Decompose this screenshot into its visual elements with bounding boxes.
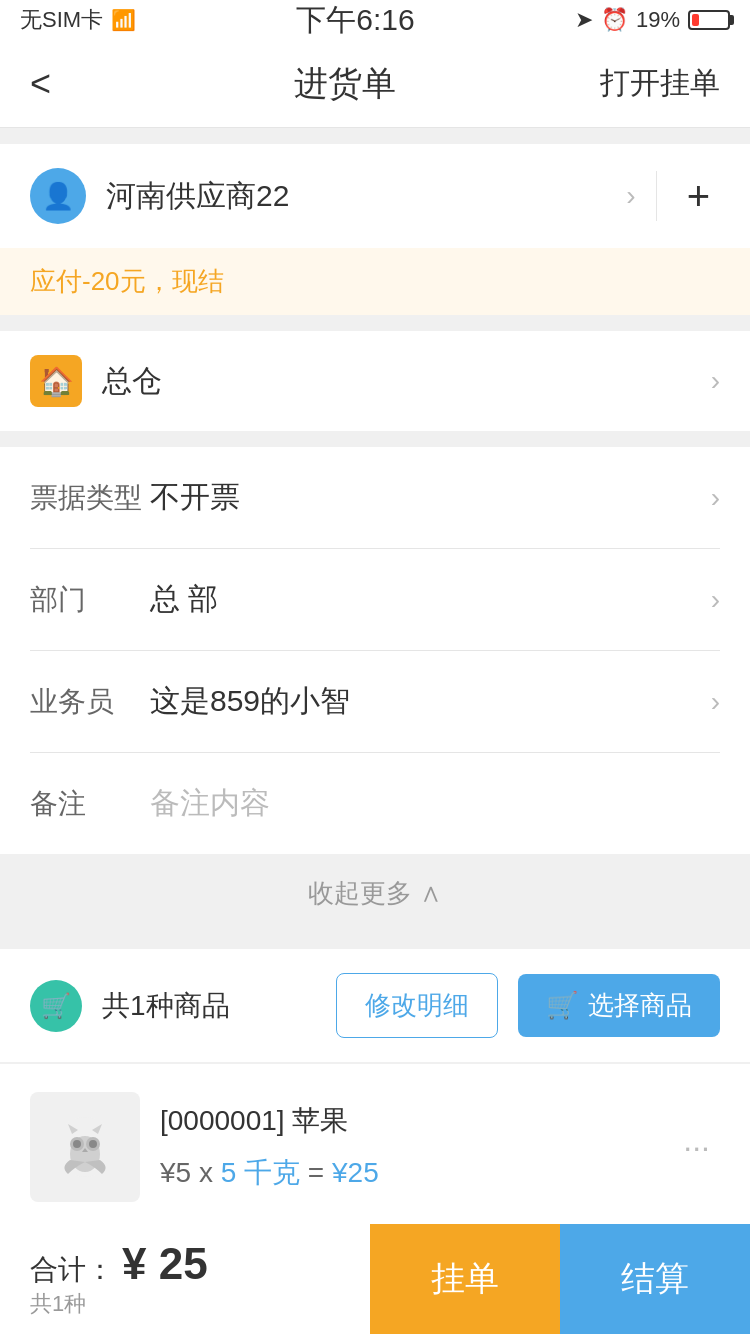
salesperson-label: 业务员 xyxy=(30,683,150,721)
product-info: [0000001] 苹果 ¥5 x 5 千克 = ¥25 xyxy=(160,1102,653,1192)
status-right: ➤ ⏰ 19% xyxy=(575,7,730,33)
form-section: 票据类型 不开票 › 部门 总 部 › 业务员 这是859的小智 › 备注 备注… xyxy=(0,447,750,854)
department-chevron-icon: › xyxy=(711,584,720,616)
product-item: [0000001] 苹果 ¥5 x 5 千克 = ¥25 ··· xyxy=(0,1064,750,1230)
add-supplier-button[interactable]: + xyxy=(677,174,720,219)
status-time: 下午6:16 xyxy=(296,0,414,41)
bottom-summary: 合计： ¥ 25 共1种 xyxy=(0,1224,370,1334)
product-more-button[interactable]: ··· xyxy=(673,1129,720,1166)
warehouse-icon: 🏠 xyxy=(30,355,82,407)
invoice-type-row[interactable]: 票据类型 不开票 › xyxy=(0,447,750,548)
wifi-icon: 📶 xyxy=(111,8,136,32)
svg-point-5 xyxy=(89,1140,97,1148)
department-value: 总 部 xyxy=(150,579,711,620)
remark-row[interactable]: 备注 备注内容 xyxy=(0,753,750,854)
select-product-button[interactable]: 🛒 选择商品 xyxy=(518,974,720,1037)
product-thumbnail xyxy=(30,1092,140,1202)
supplier-name: 河南供应商22 xyxy=(106,176,626,217)
owl-logo-icon xyxy=(50,1112,120,1182)
select-product-icon: 🛒 xyxy=(546,990,578,1021)
total-sub-label: 共1种 xyxy=(30,1289,340,1319)
top-divider xyxy=(0,128,750,144)
product-price: ¥5 x 5 千克 = ¥25 xyxy=(160,1154,653,1192)
suspend-button[interactable]: 挂单 xyxy=(370,1224,560,1334)
warehouse-name: 总仓 xyxy=(102,361,711,402)
collapse-button[interactable]: 收起更多 ∧ xyxy=(0,854,750,933)
battery-icon xyxy=(688,10,730,30)
supplier-section: 👤 河南供应商22 › + 应付-20元，现结 xyxy=(0,144,750,315)
product-count-icon: 🛒 xyxy=(30,980,82,1032)
remark-input[interactable]: 备注内容 xyxy=(150,783,720,824)
house-icon: 🏠 xyxy=(39,365,74,398)
divider-2 xyxy=(0,431,750,447)
total-label: 合计： xyxy=(30,1251,114,1289)
product-name: [0000001] 苹果 xyxy=(160,1102,653,1140)
product-title: 苹果 xyxy=(292,1105,348,1136)
cart-small-icon: 🛒 xyxy=(41,992,71,1020)
salesperson-chevron-icon: › xyxy=(711,686,720,718)
avatar-icon: 👤 xyxy=(42,181,74,212)
status-left: 无SIM卡 📶 xyxy=(20,5,136,35)
department-row[interactable]: 部门 总 部 › xyxy=(0,549,750,650)
total-row: 合计： ¥ 25 xyxy=(30,1239,340,1289)
invoice-type-label: 票据类型 xyxy=(30,479,150,517)
invoice-type-value: 不开票 xyxy=(150,477,711,518)
total-amount: ¥ 25 xyxy=(122,1239,208,1289)
suspend-label: 挂单 xyxy=(431,1256,499,1302)
carrier-text: 无SIM卡 xyxy=(20,5,103,35)
warehouse-row[interactable]: 🏠 总仓 › xyxy=(0,331,750,431)
supplier-alert: 应付-20元，现结 xyxy=(0,248,750,315)
product-header: 🛒 共1种商品 修改明细 🛒 选择商品 xyxy=(0,949,750,1062)
battery-text: 19% xyxy=(636,7,680,33)
remark-label: 备注 xyxy=(30,785,150,823)
price-total: ¥25 xyxy=(332,1157,379,1188)
bottom-bar: 合计： ¥ 25 共1种 挂单 结算 xyxy=(0,1224,750,1334)
nav-bar: < 进货单 打开挂单 xyxy=(0,40,750,128)
price-unit: ¥5 xyxy=(160,1157,191,1188)
department-label: 部门 xyxy=(30,581,150,619)
collapse-label: 收起更多 ∧ xyxy=(308,876,441,911)
product-id: [0000001] xyxy=(160,1105,285,1136)
back-button[interactable]: < xyxy=(30,63,90,105)
select-product-label: 选择商品 xyxy=(588,988,692,1023)
vertical-divider xyxy=(656,171,657,221)
warehouse-chevron-icon: › xyxy=(711,365,720,397)
salesperson-value: 这是859的小智 xyxy=(150,681,711,722)
alarm-icon: ⏰ xyxy=(601,7,628,33)
page-title: 进货单 xyxy=(294,61,396,107)
salesperson-row[interactable]: 业务员 这是859的小智 › xyxy=(0,651,750,752)
price-quantity: 5 xyxy=(221,1157,237,1188)
checkout-label: 结算 xyxy=(621,1256,689,1302)
supplier-chevron-icon: › xyxy=(626,180,635,212)
price-unit-label: 千克 xyxy=(244,1157,300,1188)
invoice-type-chevron-icon: › xyxy=(711,482,720,514)
supplier-avatar: 👤 xyxy=(30,168,86,224)
checkout-button[interactable]: 结算 xyxy=(560,1224,750,1334)
edit-detail-button[interactable]: 修改明细 xyxy=(336,973,498,1038)
status-bar: 无SIM卡 📶 下午6:16 ➤ ⏰ 19% xyxy=(0,0,750,40)
location-icon: ➤ xyxy=(575,7,593,33)
product-count-label: 共1种商品 xyxy=(102,987,316,1025)
supplier-row[interactable]: 👤 河南供应商22 › + xyxy=(0,144,750,248)
open-pending-button[interactable]: 打开挂单 xyxy=(600,63,720,104)
svg-point-4 xyxy=(73,1140,81,1148)
divider-3 xyxy=(0,933,750,949)
divider-1 xyxy=(0,315,750,331)
